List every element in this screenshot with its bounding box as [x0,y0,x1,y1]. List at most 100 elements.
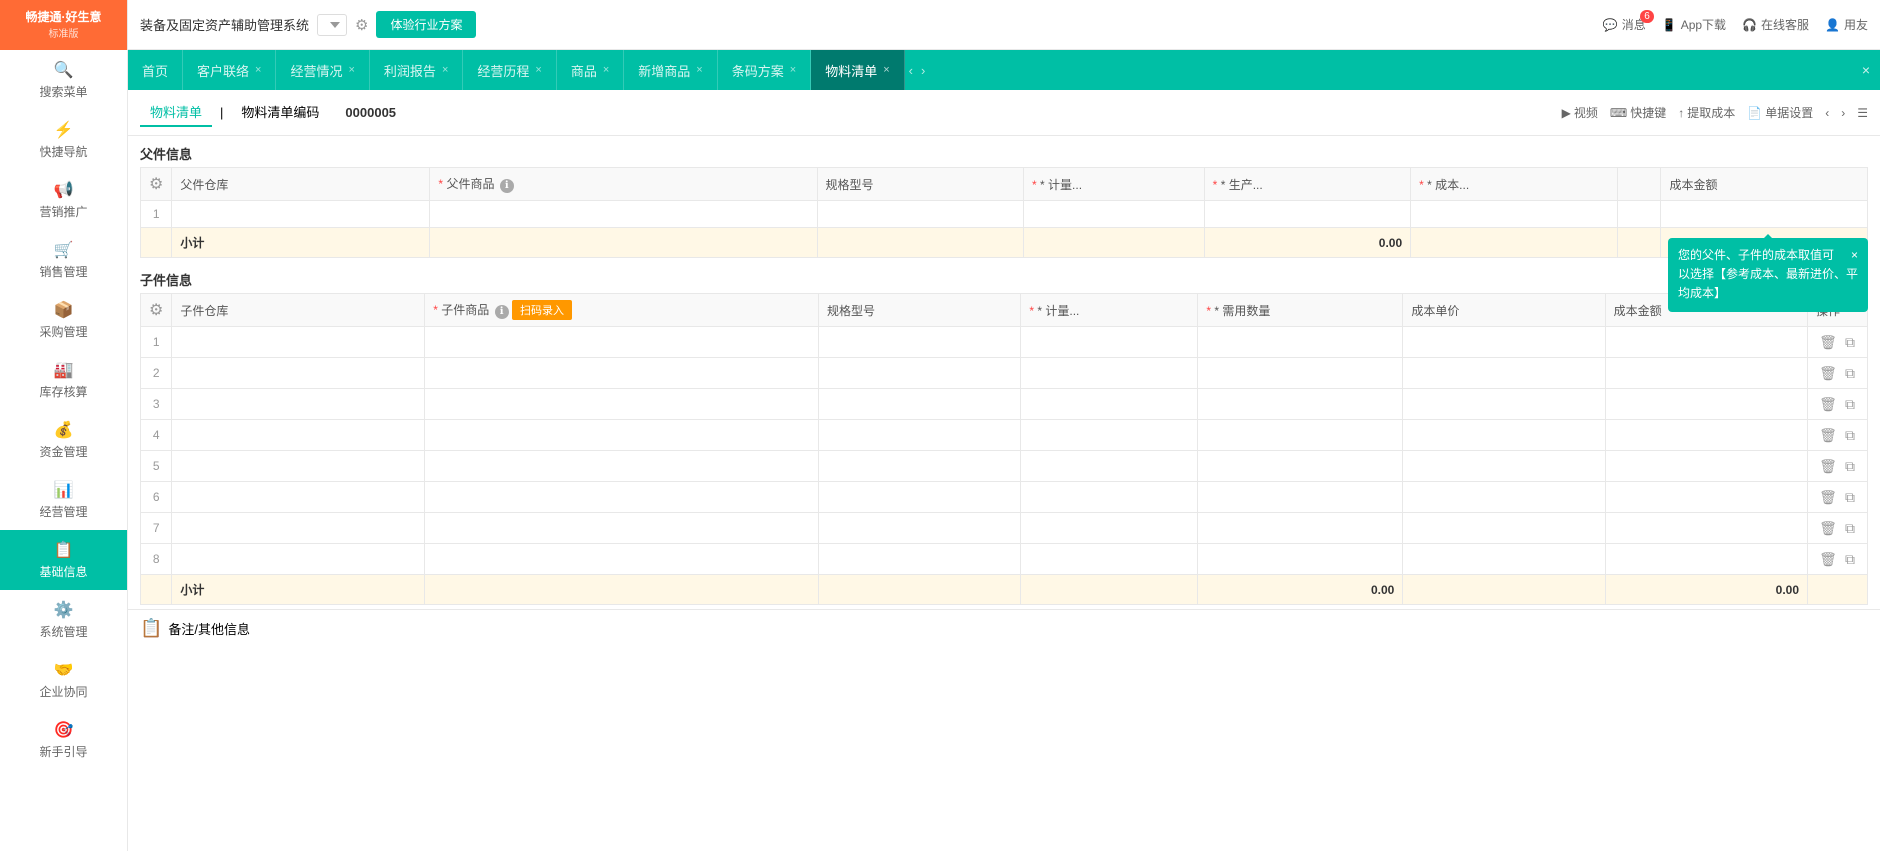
child-cell-warehouse-3[interactable] [172,389,425,420]
child-cell-unit-5[interactable] [1021,451,1198,482]
copy-icon-5[interactable]: ⧉ [1841,457,1859,475]
tab-business[interactable]: 经营情况 × [276,50,369,90]
tab-history[interactable]: 经营历程 × [463,50,556,90]
sidebar-item-inventory[interactable]: 🏭 库存核算 [0,350,127,410]
child-cell-product-5[interactable] [425,451,819,482]
delete-icon-3[interactable]: 🗑 [1819,395,1837,413]
tab-profit[interactable]: 利润报告 × [370,50,463,90]
parent-cell-cost-1[interactable] [1411,201,1617,228]
child-cell-unit-1[interactable] [1021,327,1198,358]
sidebar-item-marketing[interactable]: 📢 营销推广 [0,170,127,230]
tab-home[interactable]: 首页 [128,50,183,90]
child-cell-product-1[interactable] [425,327,819,358]
settings-gear-icon[interactable]: ⚙ [355,16,368,34]
delete-icon-1[interactable]: 🗑 [1819,333,1837,351]
shortcut-action[interactable]: ⌨ 快捷键 [1610,104,1666,121]
sidebar-item-quick-nav[interactable]: ⚡ 快捷导航 [0,110,127,170]
tab-product[interactable]: 商品 × [557,50,624,90]
child-cell-unit-4[interactable] [1021,420,1198,451]
online-service-button[interactable]: 🎧 在线客服 [1742,16,1809,33]
parent-product-info-icon[interactable]: ℹ [500,179,514,193]
message-button[interactable]: 💬 6 消息 [1603,16,1646,33]
sidebar-item-finance[interactable]: 💰 资金管理 [0,410,127,470]
child-cell-product-2[interactable] [425,358,819,389]
child-cell-warehouse-8[interactable] [172,544,425,575]
delete-icon-8[interactable]: 🗑 [1819,550,1837,568]
child-cell-spec-1[interactable] [819,327,1021,358]
child-cell-product-3[interactable] [425,389,819,420]
child-cell-warehouse-2[interactable] [172,358,425,389]
tab-product-close[interactable]: × [603,64,609,76]
sidebar-item-purchase[interactable]: 📦 采购管理 [0,290,127,350]
child-cell-warehouse-5[interactable] [172,451,425,482]
child-cell-qty-6[interactable] [1198,482,1403,513]
copy-icon-6[interactable]: ⧉ [1841,488,1859,506]
child-cell-qty-2[interactable] [1198,358,1403,389]
sidebar-item-enterprise[interactable]: 🤝 企业协同 [0,650,127,710]
child-cell-qty-5[interactable] [1198,451,1403,482]
child-cell-product-7[interactable] [425,513,819,544]
delete-icon-4[interactable]: 🗑 [1819,426,1837,444]
child-cell-spec-6[interactable] [819,482,1021,513]
copy-icon-3[interactable]: ⧉ [1841,395,1859,413]
child-cell-price-5[interactable] [1403,451,1605,482]
child-cell-qty-3[interactable] [1198,389,1403,420]
parent-cell-prod-1[interactable] [1204,201,1410,228]
child-cell-qty-1[interactable] [1198,327,1403,358]
child-cell-product-6[interactable] [425,482,819,513]
tab-bom-close[interactable]: × [883,64,889,76]
copy-icon-7[interactable]: ⧉ [1841,519,1859,537]
parent-cell-product-1[interactable] [430,201,817,228]
sub-tab-bom[interactable]: 物料清单 [140,98,212,127]
child-cell-unit-6[interactable] [1021,482,1198,513]
child-cell-spec-5[interactable] [819,451,1021,482]
tab-next-arrow[interactable]: › [917,63,929,78]
delete-icon-6[interactable]: 🗑 [1819,488,1837,506]
user-button[interactable]: 👤 用友 [1825,16,1868,33]
parent-cell-spec-1[interactable] [817,201,1023,228]
child-cell-price-6[interactable] [1403,482,1605,513]
copy-icon-4[interactable]: ⧉ [1841,426,1859,444]
tooltip-close-button[interactable]: × [1851,246,1858,265]
tab-new-product-close[interactable]: × [696,64,702,76]
child-cell-warehouse-6[interactable] [172,482,425,513]
tab-customer[interactable]: 客户联络 × [183,50,276,90]
copy-icon-2[interactable]: ⧉ [1841,364,1859,382]
child-cell-qty-7[interactable] [1198,513,1403,544]
parent-settings-icon[interactable]: ⚙ [149,176,163,193]
child-cell-unit-7[interactable] [1021,513,1198,544]
sidebar-item-guide[interactable]: 🎯 新手引导 [0,710,127,770]
child-cell-warehouse-7[interactable] [172,513,425,544]
view-action[interactable]: ▶ 视频 [1562,104,1598,121]
tab-customer-close[interactable]: × [255,64,261,76]
child-cell-price-3[interactable] [1403,389,1605,420]
parent-cell-warehouse-1[interactable] [172,201,430,228]
tab-business-close[interactable]: × [348,64,354,76]
delete-icon-7[interactable]: 🗑 [1819,519,1837,537]
extract-cost-action[interactable]: ↑ 提取成本 [1678,104,1735,121]
delete-icon-5[interactable]: 🗑 [1819,457,1837,475]
sub-tab-bom-code[interactable]: 物料清单编码 [231,98,329,127]
tab-bom[interactable]: 物料清单 × [811,50,904,90]
tab-history-close[interactable]: × [535,64,541,76]
child-cell-spec-4[interactable] [819,420,1021,451]
child-product-info-icon[interactable]: ℹ [495,305,509,319]
tab-prev-arrow[interactable]: ‹ [905,63,917,78]
child-cell-warehouse-4[interactable] [172,420,425,451]
child-cell-price-8[interactable] [1403,544,1605,575]
child-cell-spec-7[interactable] [819,513,1021,544]
child-cell-qty-8[interactable] [1198,544,1403,575]
app-download-button[interactable]: 📱 App下载 [1662,16,1726,33]
tab-new-product[interactable]: 新增商品 × [624,50,717,90]
tab-barcode[interactable]: 条码方案 × [718,50,811,90]
system-selector[interactable] [317,14,347,36]
single-setting-action[interactable]: 📄 单据设置 [1747,104,1813,121]
tab-profit-close[interactable]: × [442,64,448,76]
child-settings-icon[interactable]: ⚙ [149,302,163,319]
sidebar-item-search[interactable]: 🔍 搜索菜单 [0,50,127,110]
child-cell-unit-3[interactable] [1021,389,1198,420]
tab-barcode-close[interactable]: × [790,64,796,76]
delete-icon-2[interactable]: 🗑 [1819,364,1837,382]
copy-icon-8[interactable]: ⧉ [1841,550,1859,568]
scan-input-button[interactable]: 扫码录入 [512,300,572,320]
